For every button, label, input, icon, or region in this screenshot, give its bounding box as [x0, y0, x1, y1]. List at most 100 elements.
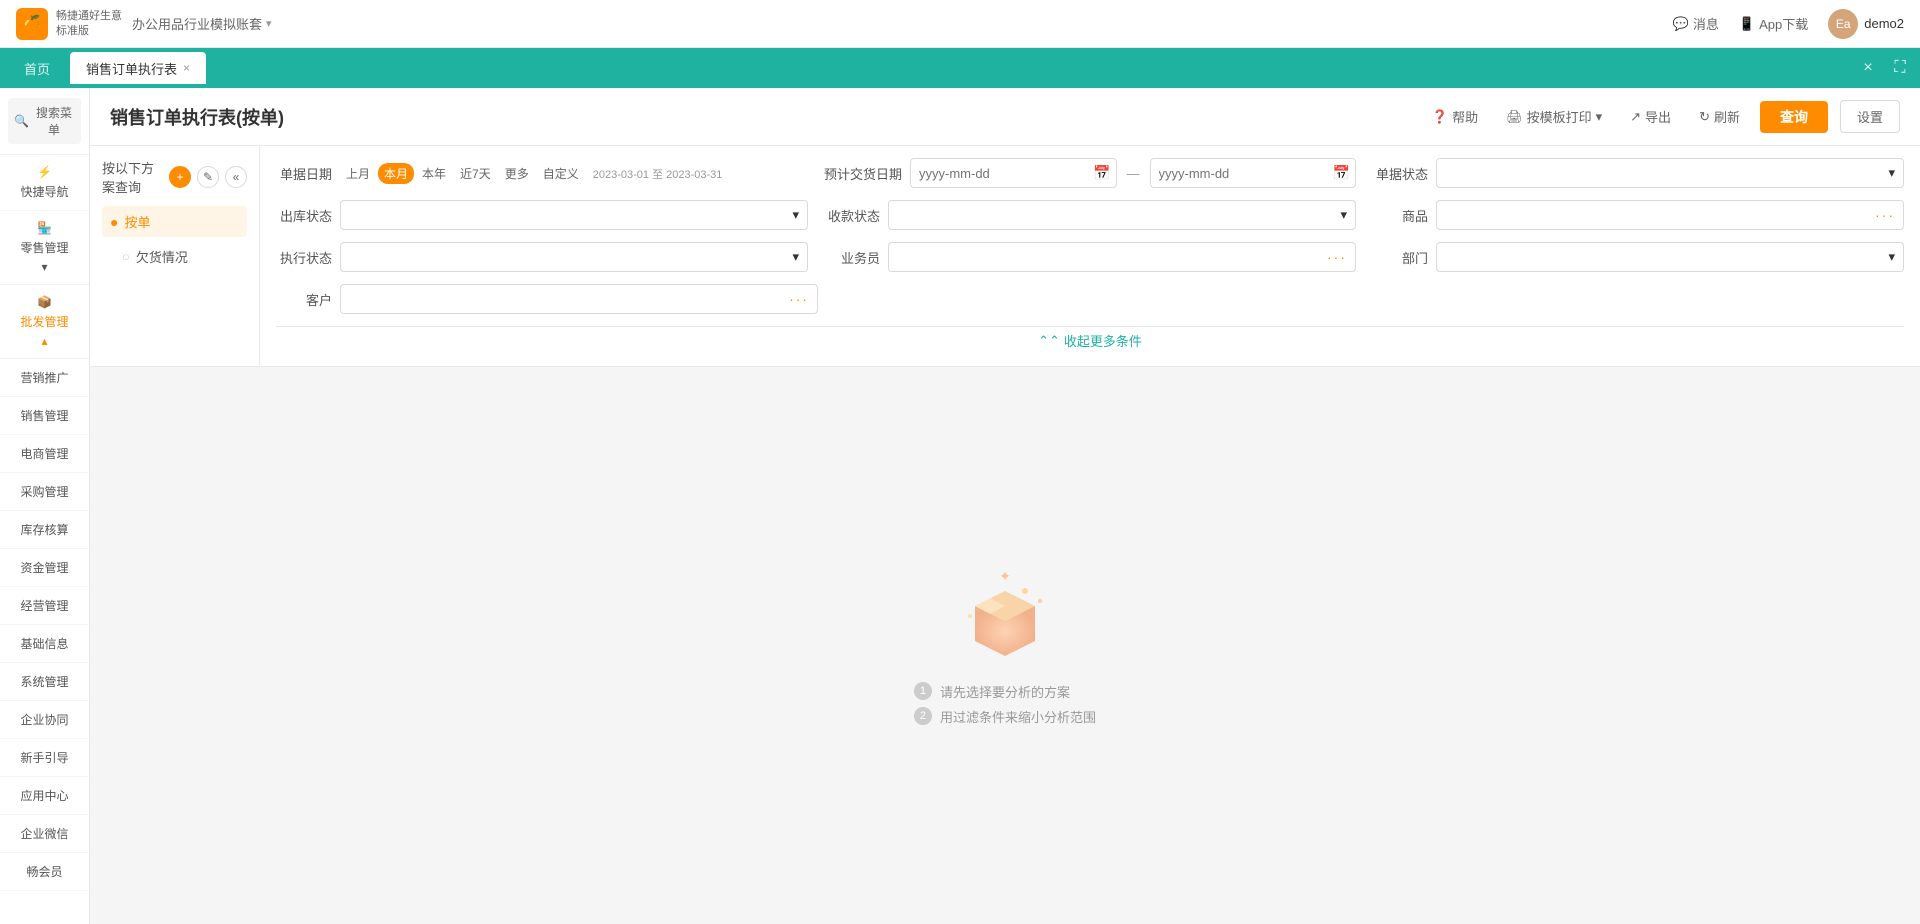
header-title: 办公用品行业模拟账套 ▾	[132, 14, 272, 33]
sidebar-item-newbie[interactable]: 新手引导	[0, 739, 89, 777]
sidebar-item-wholesale[interactable]: 📦 批发管理 ▴	[0, 285, 89, 358]
date-shortcut-last-month[interactable]: 上月	[340, 163, 376, 184]
goods-ellipsis-icon: ···	[1875, 207, 1895, 223]
exec-status-chevron-icon: ▾	[792, 249, 799, 265]
goods-select[interactable]: ···	[1436, 200, 1904, 230]
tip-num-1: 1	[914, 682, 932, 700]
sidebar-item-coop[interactable]: 企业协同	[0, 701, 89, 739]
collect-status-chevron-icon: ▾	[1340, 207, 1347, 223]
exec-status-select[interactable]: ▾	[340, 242, 808, 272]
salesperson-select[interactable]: ···	[888, 242, 1356, 272]
print-button[interactable]: 🖨 按模板打印 ▾	[1498, 103, 1610, 130]
quick-nav-icon: ⚡	[37, 165, 52, 179]
status-chevron-icon: ▾	[1888, 165, 1895, 181]
date-shortcut-custom[interactable]: 自定义	[537, 163, 585, 184]
sidebar-item-basic[interactable]: 基础信息	[0, 625, 89, 663]
date-range-text: 2023-03-01 至 2023-03-31	[593, 166, 808, 182]
filter-row-2: 出库状态 ▾ 收款状态 ▾	[276, 200, 1904, 230]
dept-chevron-icon: ▾	[1888, 249, 1895, 265]
sidebar-item-purchase[interactable]: 采购管理	[0, 473, 89, 511]
date-shortcut-more[interactable]: 更多	[499, 163, 535, 184]
expected-date-start-input[interactable]	[910, 158, 1117, 188]
edit-scheme-button[interactable]: ✎	[197, 166, 219, 188]
message-action[interactable]: 💬 消息	[1673, 14, 1719, 33]
header-right: 💬 消息 📱 App下载 Ea demo2	[1673, 9, 1904, 39]
avatar: Ea	[1828, 9, 1858, 39]
tab-close-icon[interactable]: ×	[183, 62, 190, 74]
message-icon: 💬	[1673, 16, 1689, 32]
sidebar-item-operation[interactable]: 经营管理	[0, 587, 89, 625]
sidebar-search-area: 🔍 搜索菜单	[0, 88, 89, 155]
refresh-button[interactable]: ↻ 刷新	[1691, 103, 1748, 130]
add-scheme-button[interactable]: +	[169, 166, 191, 188]
customer-label: 客户	[276, 290, 332, 309]
salesperson-label: 业务员	[824, 248, 880, 267]
filter-row-3: 执行状态 ▾ 业务员 ···	[276, 242, 1904, 272]
sidebar-item-retail[interactable]: 🏪 零售管理 ▾	[0, 211, 89, 284]
page-header-actions: ❓ 帮助 🖨 按模板打印 ▾ ↗ 导出 ↻ 刷新 查询 设置	[1424, 100, 1900, 133]
search-menu-button[interactable]: 🔍 搜索菜单	[8, 98, 81, 144]
date-shortcut-this-month[interactable]: 本月	[378, 163, 414, 184]
filter-group-out-status: 出库状态 ▾	[276, 200, 808, 230]
out-status-select[interactable]: ▾	[340, 200, 808, 230]
out-status-chevron-icon: ▾	[792, 207, 799, 223]
filter-row-4: 客户 ···	[276, 284, 1904, 314]
filter-group-customer: 客户 ···	[276, 284, 818, 314]
tab-active[interactable]: 销售订单执行表 ×	[70, 52, 206, 84]
app-download-action[interactable]: 📱 App下载	[1739, 14, 1808, 33]
help-button[interactable]: ❓ 帮助	[1424, 103, 1486, 130]
filter-group-goods: 商品 ···	[1372, 200, 1904, 230]
dept-label: 部门	[1372, 248, 1428, 267]
tab-bar-actions: × ⛶	[1856, 56, 1912, 80]
sidebar-item-wechat[interactable]: 企业微信	[0, 815, 89, 853]
dept-select[interactable]: ▾	[1436, 242, 1904, 272]
scheme-sub-debt[interactable]: ○ 欠货情况	[102, 241, 247, 272]
svg-text:✦: ✦	[999, 568, 1011, 584]
filter-main: 单据日期 上月 本月 本年 近7天 更多 自定义 2023-03-01 至 20…	[260, 146, 1920, 366]
sidebar-item-quick-nav[interactable]: ⚡ 快捷导航	[0, 155, 89, 211]
user-info[interactable]: Ea demo2	[1828, 9, 1904, 39]
empty-icon: ✦	[955, 566, 1055, 666]
sidebar-item-appcenter[interactable]: 应用中心	[0, 777, 89, 815]
date-shortcut-7days[interactable]: 近7天	[454, 163, 497, 184]
sidebar-item-system[interactable]: 系统管理	[0, 663, 89, 701]
salesperson-ellipsis-icon: ···	[1327, 249, 1347, 265]
filter-panel-inner: 按以下方案查询 + ✎ « ● 按单 ○ 欠货情况	[90, 146, 1920, 366]
export-button[interactable]: ↗ 导出	[1622, 103, 1679, 130]
filter-sidebar-actions: + ✎ «	[169, 166, 247, 188]
sidebar-item-inventory[interactable]: 库存核算	[0, 511, 89, 549]
scheme-item-order[interactable]: ● 按单	[102, 206, 247, 237]
content-area: 销售订单执行表(按单) ❓ 帮助 🖨 按模板打印 ▾ ↗ 导出 ↻ 刷新	[90, 88, 1920, 924]
customer-ellipsis-icon: ···	[789, 291, 809, 307]
date-separator: —	[1125, 166, 1142, 181]
sidebar-item-sales[interactable]: 销售管理	[0, 397, 89, 435]
sidebar-item-ecommerce[interactable]: 电商管理	[0, 435, 89, 473]
filter-group-salesperson: 业务员 ···	[824, 242, 1356, 272]
sidebar-item-marketing[interactable]: 营销推广	[0, 359, 89, 397]
print-icon: 🖨	[1506, 109, 1523, 125]
window-expand-action[interactable]: ⛶	[1888, 56, 1912, 80]
collapse-filter-button[interactable]: ⌃⌃ 收起更多条件	[276, 326, 1904, 354]
date-shortcut-this-year[interactable]: 本年	[416, 163, 452, 184]
scheme-active-icon: ●	[110, 214, 118, 230]
page-title: 销售订单执行表(按单)	[110, 104, 284, 130]
tab-bar: 首页 销售订单执行表 × × ⛶	[0, 48, 1920, 88]
expected-date-end-input[interactable]	[1150, 158, 1357, 188]
header-dropdown-icon[interactable]: ▾	[266, 17, 272, 30]
window-close-action[interactable]: ×	[1856, 56, 1880, 80]
sidebar-item-finance[interactable]: 资金管理	[0, 549, 89, 587]
search-button[interactable]: 查询	[1760, 101, 1828, 133]
filter-group-expected-date: 预计交货日期 📅 — 📅	[824, 158, 1356, 188]
status-label: 单据状态	[1372, 164, 1428, 183]
empty-tip-1: 1 请先选择要分析的方案	[914, 682, 1096, 701]
status-select[interactable]: ▾	[1436, 158, 1904, 188]
settings-button[interactable]: 设置	[1840, 100, 1900, 133]
wholesale-icon: 📦	[37, 295, 52, 309]
customer-select[interactable]: ···	[340, 284, 818, 314]
collect-status-select[interactable]: ▾	[888, 200, 1356, 230]
filter-group-exec-status: 执行状态 ▾	[276, 242, 808, 272]
tab-home[interactable]: 首页	[8, 52, 66, 84]
collapse-scheme-button[interactable]: «	[225, 166, 247, 188]
sidebar-item-member[interactable]: 畅会员	[0, 853, 89, 891]
logo-text: 畅捷通好生意 标准版	[56, 9, 122, 38]
